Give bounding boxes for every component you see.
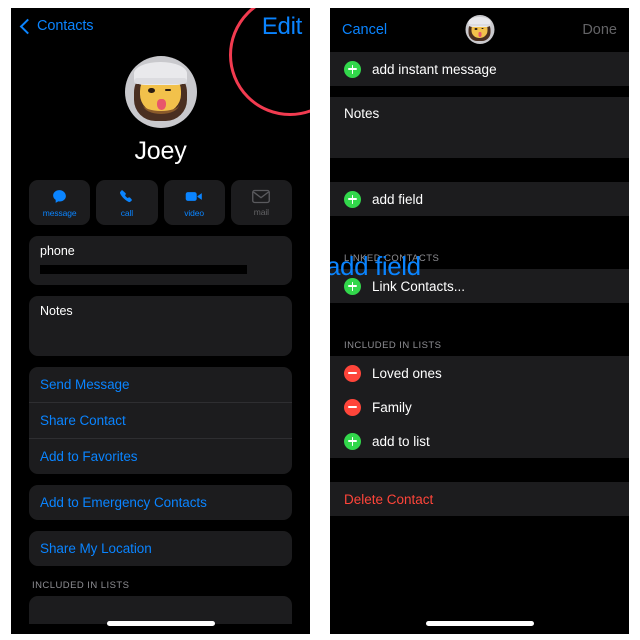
phone-field-card[interactable]: phone: [29, 236, 292, 285]
add-to-emergency-contacts-link[interactable]: Add to Emergency Contacts: [29, 485, 292, 520]
delete-contact-label: Delete Contact: [344, 491, 434, 507]
delete-contact-row[interactable]: Delete Contact: [330, 482, 629, 516]
contact-name: Joey: [134, 137, 187, 165]
right-screen-body: Cancel Done add instant message Notes ad…: [330, 8, 629, 634]
left-lists-section-header: INCLUDED IN LISTS: [32, 580, 130, 591]
share-location-card: Share My Location: [29, 531, 292, 566]
list-item-family[interactable]: Family: [330, 390, 629, 424]
mail-action-label: mail: [253, 206, 269, 217]
left-screen-body: Contacts Edit Joey message call video ma…: [11, 8, 310, 634]
message-bubble-icon: [53, 189, 66, 203]
contact-links-card: Send Message Share Contact Add to Favori…: [29, 367, 292, 474]
memoji-beanie-brim: [468, 23, 491, 27]
section-gap: [330, 458, 629, 482]
section-gap: [330, 216, 629, 240]
add-to-list-row[interactable]: add to list: [330, 424, 629, 458]
green-plus-icon: [344, 190, 361, 208]
notes-field-card[interactable]: Notes: [29, 296, 292, 356]
message-action-button[interactable]: message: [29, 180, 91, 225]
screenshot-root: Contacts Edit Joey message call video ma…: [0, 0, 640, 640]
home-indicator: [106, 621, 215, 626]
add-field-label: add field: [372, 191, 424, 207]
share-contact-link[interactable]: Share Contact: [29, 403, 292, 439]
memoji-eye-left: [148, 87, 155, 93]
send-message-link[interactable]: Send Message: [29, 367, 292, 403]
section-gap: [330, 303, 629, 327]
notes-edit-row[interactable]: Notes: [330, 97, 629, 158]
memoji-eye-left: [474, 27, 478, 30]
list-item-label: Loved ones: [372, 365, 442, 381]
add-instant-message-label: add instant message: [372, 61, 497, 77]
memoji-tongue: [478, 32, 482, 37]
message-action-label: message: [42, 207, 77, 218]
emergency-contacts-card: Add to Emergency Contacts: [29, 485, 292, 520]
video-action-label: video: [184, 207, 205, 218]
cancel-button[interactable]: Cancel: [342, 22, 387, 38]
add-instant-message-row[interactable]: add instant message: [330, 52, 629, 86]
right-nav-bar: Cancel Done: [330, 8, 629, 52]
red-minus-icon[interactable]: [344, 364, 361, 382]
avatar-container: [11, 56, 310, 128]
add-to-favorites-link[interactable]: Add to Favorites: [29, 439, 292, 474]
add-field-row[interactable]: add field: [330, 182, 629, 216]
back-to-contacts-button[interactable]: Contacts: [19, 18, 94, 34]
back-button-label: Contacts: [37, 18, 94, 34]
edit-button[interactable]: Edit: [262, 13, 302, 41]
memoji-avatar[interactable]: [124, 56, 197, 128]
done-button[interactable]: Done: [582, 22, 617, 38]
call-action-label: call: [120, 207, 134, 218]
chevron-left-icon: [19, 18, 36, 34]
phone-handset-icon: [120, 189, 133, 202]
envelope-icon: [252, 189, 271, 203]
home-indicator: [425, 621, 534, 626]
video-camera-icon: [185, 191, 202, 201]
quick-actions-row: message call video mail: [11, 180, 310, 225]
contact-edit-screen: Cancel Done add instant message Notes ad…: [330, 8, 629, 634]
notes-field-label: Notes: [40, 304, 73, 318]
call-action-button[interactable]: call: [96, 180, 158, 225]
green-plus-icon: [344, 432, 361, 450]
notes-edit-label: Notes: [344, 106, 380, 121]
add-field-magnified-callout: add field: [330, 251, 421, 281]
right-lists-section-header: INCLUDED IN LISTS: [330, 327, 629, 356]
memoji-avatar-small[interactable]: [465, 15, 494, 44]
nav-avatar-container[interactable]: [465, 15, 494, 44]
memoji-eye-right-wink: [164, 89, 172, 92]
left-lists-card-partial[interactable]: [29, 596, 292, 624]
section-gap: [330, 158, 629, 182]
video-action-button[interactable]: video: [163, 180, 225, 225]
share-my-location-link[interactable]: Share My Location: [29, 531, 292, 566]
memoji-beanie-brim: [133, 77, 188, 85]
contact-detail-screen: Contacts Edit Joey message call video ma…: [11, 8, 310, 634]
add-to-list-label: add to list: [372, 433, 430, 449]
list-item-label: Family: [372, 399, 412, 415]
mail-action-button: mail: [230, 180, 292, 225]
section-gap: [330, 86, 629, 97]
notes-field-value: [29, 318, 292, 356]
green-plus-icon: [344, 60, 361, 78]
phone-number-redaction-bar: [40, 265, 247, 274]
red-minus-icon[interactable]: [344, 398, 361, 416]
list-item-loved-ones[interactable]: Loved ones: [330, 356, 629, 390]
left-nav-bar: Contacts Edit: [11, 8, 310, 52]
phone-field-label: phone: [40, 244, 75, 258]
